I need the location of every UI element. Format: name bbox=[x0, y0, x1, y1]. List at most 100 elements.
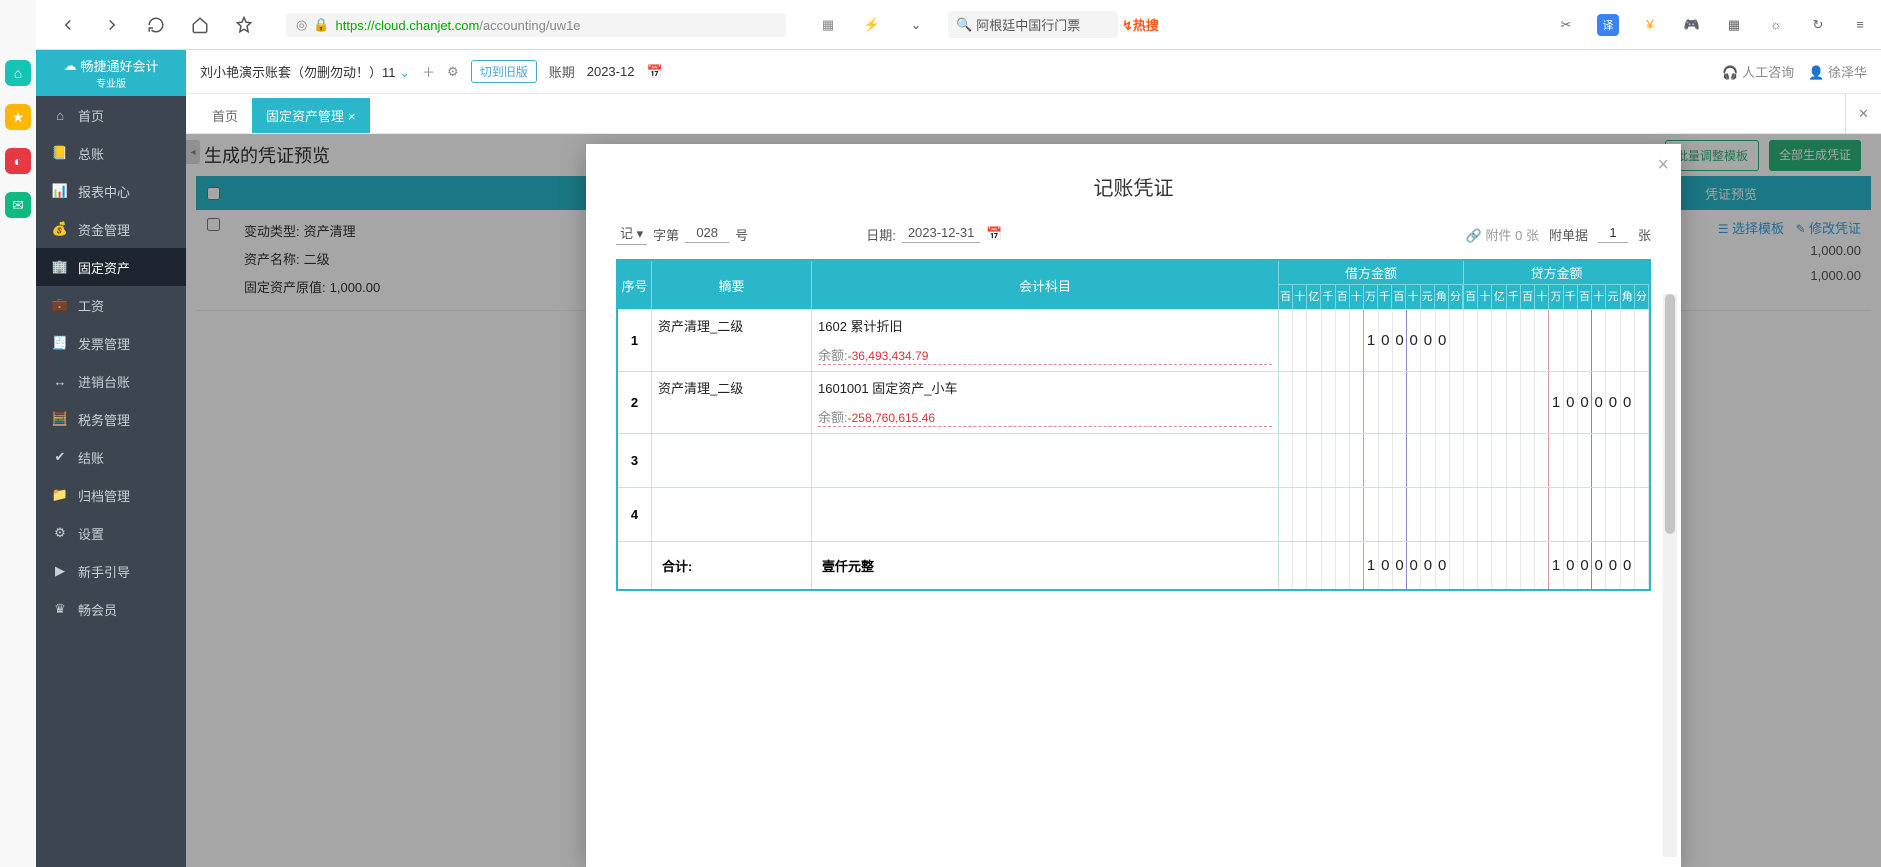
lock-icon: 🔒 bbox=[313, 17, 329, 33]
sidebar-item-invoice[interactable]: 🧾发票管理 bbox=[36, 324, 186, 362]
back-icon[interactable] bbox=[54, 11, 82, 39]
account-select[interactable]: 刘小艳演示账套（勿删勿动！）11 ⌄ bbox=[200, 62, 410, 81]
voucher-row[interactable]: 1资产清理_二级1602 累计折旧余额:-36,493,434.79100000 bbox=[618, 309, 1649, 371]
tabbar: 首页 固定资产管理× ✕ bbox=[186, 94, 1881, 134]
sidebar-item-asset[interactable]: 🏢固定资产 bbox=[36, 248, 186, 286]
credit-cells[interactable] bbox=[1464, 488, 1649, 541]
close-icon[interactable]: × bbox=[1657, 154, 1669, 177]
sidebar-item-fund[interactable]: 💰资金管理 bbox=[36, 210, 186, 248]
hot-badge[interactable]: ↯热搜 bbox=[1122, 15, 1159, 34]
sidebar-item-home[interactable]: ⌂首页 bbox=[36, 96, 186, 134]
row-seq: 4 bbox=[618, 488, 652, 541]
voucher-number-input[interactable]: 028 bbox=[685, 225, 729, 243]
os-app-3[interactable]: ◐ bbox=[5, 148, 31, 174]
history-icon[interactable]: ↻ bbox=[1807, 14, 1829, 36]
old-version-button[interactable]: 切到旧版 bbox=[471, 60, 537, 83]
slip-count-input[interactable]: 1 bbox=[1598, 225, 1628, 243]
game-icon[interactable]: 🎮 bbox=[1681, 14, 1703, 36]
unit-cell: 分 bbox=[1449, 285, 1463, 309]
cloud-icon: ☁ bbox=[63, 58, 76, 74]
sidebar-item-label: 畅会员 bbox=[78, 600, 117, 619]
row-subject[interactable]: 1601001 固定资产_小车余额:-258,760,615.46 bbox=[812, 372, 1279, 433]
row-summary[interactable]: 资产清理_二级 bbox=[652, 310, 812, 371]
attachment-link[interactable]: 🔗 附件 0 张 bbox=[1466, 225, 1539, 244]
grid-icon[interactable]: ▦ bbox=[1723, 14, 1745, 36]
url-bar[interactable]: ◎ 🔒 https://cloud.chanjet.com/accounting… bbox=[286, 13, 786, 37]
th-summary: 摘要 bbox=[652, 261, 812, 309]
chevron-down-icon[interactable]: ⌄ bbox=[902, 11, 930, 39]
tab-asset-mgmt[interactable]: 固定资产管理× bbox=[252, 98, 370, 133]
home-icon[interactable] bbox=[186, 11, 214, 39]
sidebar-item-salary[interactable]: 💼工资 bbox=[36, 286, 186, 324]
credit-cells[interactable]: 100000 bbox=[1464, 372, 1649, 433]
unit-cell: 十 bbox=[1592, 285, 1606, 309]
row-summary[interactable] bbox=[652, 488, 812, 541]
modal-meta: 记 ▾ 字第 028 号 日期: 2023-12-31 📅 🔗 附件 0 张 附… bbox=[586, 213, 1681, 259]
archive-icon: 📁 bbox=[52, 487, 68, 503]
voucher-row[interactable]: 3 bbox=[618, 433, 1649, 487]
voucher-type-select[interactable]: 记 ▾ bbox=[616, 223, 647, 245]
total-words: 壹仟元整 bbox=[812, 542, 1279, 589]
unit-cell: 十 bbox=[1535, 285, 1549, 309]
voucher-row[interactable]: 2资产清理_二级1601001 固定资产_小车余额:-258,760,615.4… bbox=[618, 371, 1649, 433]
scrollbar[interactable] bbox=[1663, 294, 1677, 857]
credit-cells[interactable] bbox=[1464, 310, 1649, 371]
bolt-icon[interactable]: ⚡ bbox=[858, 11, 886, 39]
calendar-icon[interactable]: 📅 bbox=[986, 226, 1002, 242]
sun-icon[interactable]: ☼ bbox=[1765, 14, 1787, 36]
debit-cells[interactable] bbox=[1279, 372, 1464, 433]
os-app-1[interactable]: ⌂ bbox=[5, 60, 31, 86]
sidebar-item-vip[interactable]: ♛畅会员 bbox=[36, 590, 186, 628]
debit-cells[interactable] bbox=[1279, 488, 1464, 541]
sidebar-item-close[interactable]: ✔结账 bbox=[36, 438, 186, 476]
scissors-icon[interactable]: ✂ bbox=[1555, 14, 1577, 36]
sidebar-item-guide[interactable]: ▶新手引导 bbox=[36, 552, 186, 590]
period-value[interactable]: 2023-12 bbox=[587, 64, 635, 79]
translate-icon[interactable]: 译 bbox=[1597, 14, 1619, 36]
row-summary[interactable]: 资产清理_二级 bbox=[652, 372, 812, 433]
zi-label: 字第 bbox=[653, 225, 679, 244]
service-link[interactable]: 🎧 人工咨询 bbox=[1722, 62, 1794, 81]
sidebar-item-ledger[interactable]: 📒总账 bbox=[36, 134, 186, 172]
voucher-row[interactable]: 4 bbox=[618, 487, 1649, 541]
date-input[interactable]: 2023-12-31 bbox=[902, 225, 981, 243]
qr-icon[interactable]: ▦ bbox=[814, 11, 842, 39]
sidebar-item-chart[interactable]: 📊报表中心 bbox=[36, 172, 186, 210]
tax-icon: 🧮 bbox=[52, 411, 68, 427]
debit-cells[interactable]: 100000 bbox=[1279, 310, 1464, 371]
sidebar-item-inout[interactable]: ↔进销台账 bbox=[36, 362, 186, 400]
th-subject: 会计科目 bbox=[812, 261, 1279, 309]
chevron-down-icon: ⌄ bbox=[399, 65, 410, 80]
close-all-icon[interactable]: ✕ bbox=[1845, 94, 1881, 134]
row-subject[interactable]: 1602 累计折旧余额:-36,493,434.79 bbox=[812, 310, 1279, 371]
plus-icon[interactable]: ＋ bbox=[422, 62, 435, 81]
unit-cell: 亿 bbox=[1307, 285, 1321, 309]
credit-cells[interactable] bbox=[1464, 434, 1649, 487]
reload-icon[interactable] bbox=[142, 11, 170, 39]
calendar-icon[interactable]: 📅 bbox=[646, 64, 662, 80]
sidebar-item-tax[interactable]: 🧮税务管理 bbox=[36, 400, 186, 438]
sidebar-item-setting[interactable]: ⚙设置 bbox=[36, 514, 186, 552]
sidebar-item-label: 总账 bbox=[78, 144, 104, 163]
star-icon[interactable] bbox=[230, 11, 258, 39]
menu-icon[interactable]: ≡ bbox=[1849, 14, 1871, 36]
os-app-4[interactable]: ✉ bbox=[5, 192, 31, 218]
debit-cells[interactable] bbox=[1279, 434, 1464, 487]
sidebar-item-archive[interactable]: 📁归档管理 bbox=[36, 476, 186, 514]
row-subject[interactable] bbox=[812, 488, 1279, 541]
tab-home[interactable]: 首页 bbox=[198, 98, 252, 133]
unit-cell: 百 bbox=[1336, 285, 1350, 309]
hao-label: 号 bbox=[735, 225, 748, 244]
forward-icon[interactable] bbox=[98, 11, 126, 39]
row-summary[interactable] bbox=[652, 434, 812, 487]
search-box[interactable]: 🔍 阿根廷中国行门票 bbox=[948, 11, 1118, 38]
voucher-modal: × 记账凭证 记 ▾ 字第 028 号 日期: 2023-12-31 📅 bbox=[586, 144, 1681, 867]
user-menu[interactable]: 👤 徐泽华 bbox=[1808, 62, 1867, 81]
row-subject[interactable] bbox=[812, 434, 1279, 487]
os-app-2[interactable]: ★ bbox=[5, 104, 31, 130]
total-debit: 100000 bbox=[1279, 542, 1464, 589]
unit-cell: 十 bbox=[1406, 285, 1420, 309]
gear-icon[interactable]: ⚙ bbox=[447, 64, 459, 80]
wallet-icon[interactable]: ¥ bbox=[1639, 14, 1661, 36]
close-icon[interactable]: × bbox=[348, 109, 356, 124]
